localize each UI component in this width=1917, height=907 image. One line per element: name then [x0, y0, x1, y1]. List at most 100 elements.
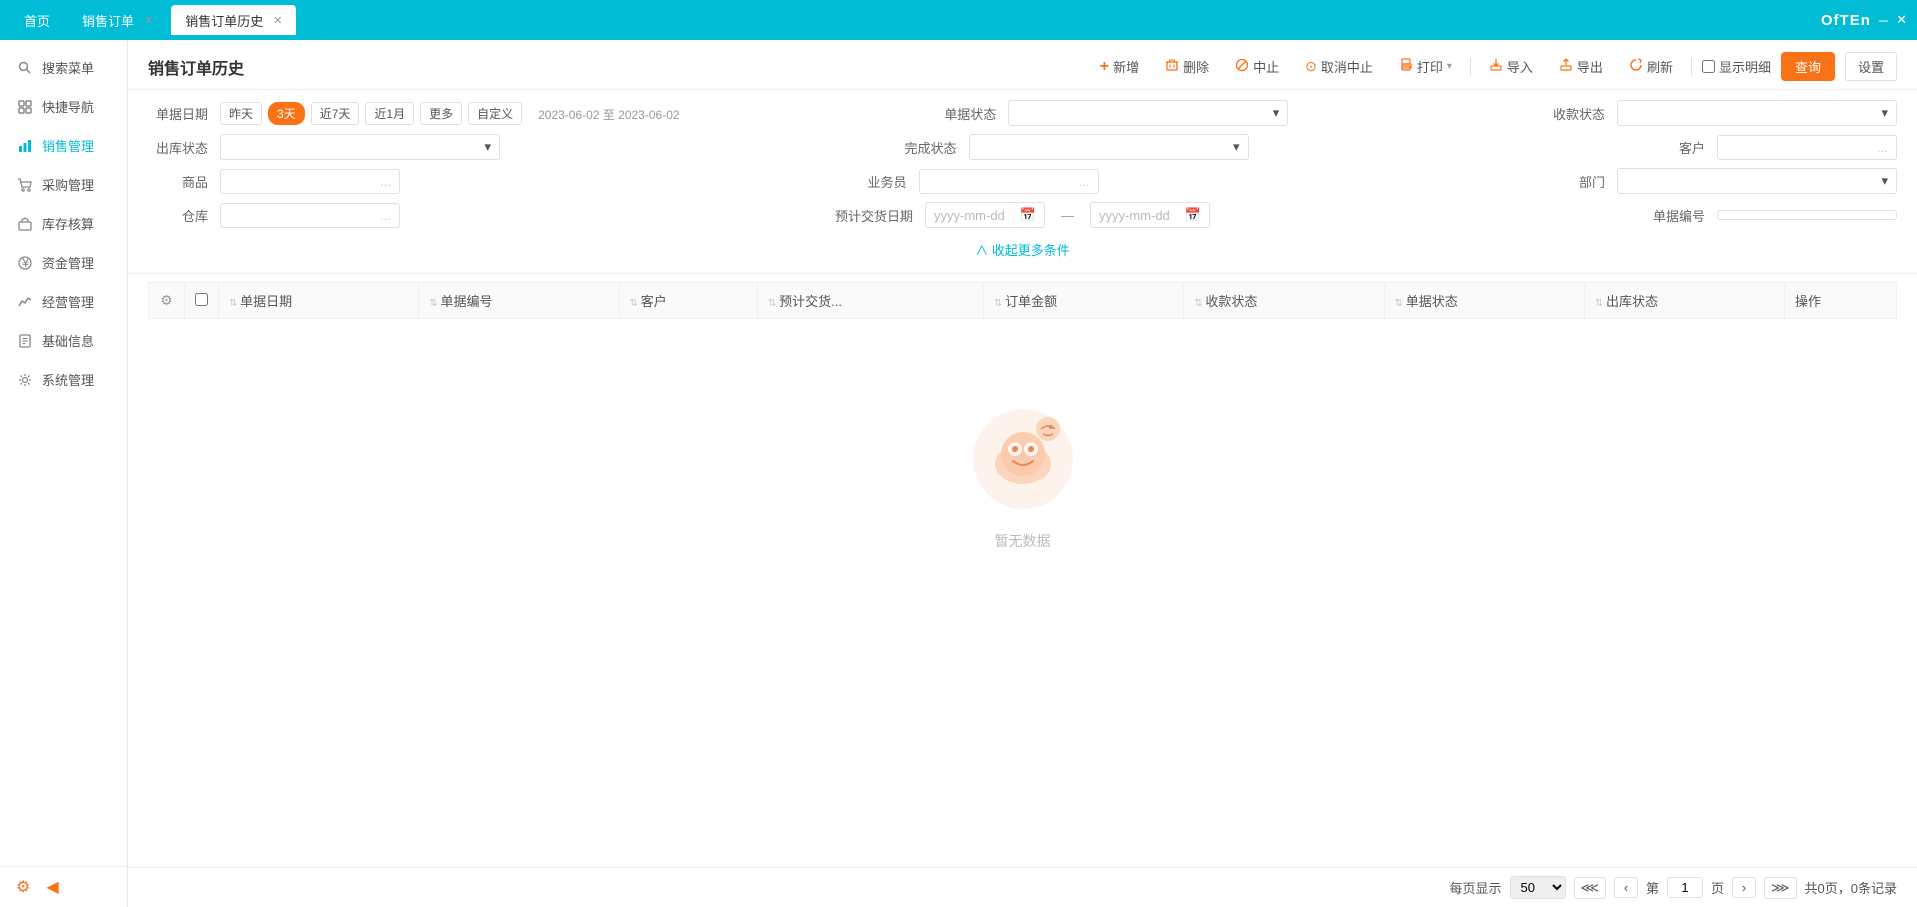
delivery-status-select[interactable]: ▾ [220, 134, 500, 160]
refresh-button[interactable]: 刷新 [1621, 53, 1681, 80]
warehouse-label: 仓库 [148, 206, 208, 225]
product-input[interactable]: ... [220, 169, 400, 194]
salesperson-input[interactable]: ... [919, 169, 1099, 194]
payment-status-select[interactable]: ▾ [1617, 100, 1897, 126]
sidebar-item-sales-mgmt[interactable]: 销售管理 [0, 126, 127, 165]
cancel-stop-button[interactable]: ⊙ 取消中止 [1297, 53, 1381, 80]
delivery-date-to-placeholder: yyyy-mm-dd [1099, 208, 1170, 223]
sidebar-item-basic-info[interactable]: 基础信息 [0, 321, 127, 360]
purchase-mgmt-icon [16, 176, 34, 194]
order-status-select[interactable]: ▾ [1008, 100, 1288, 126]
empty-icon [963, 399, 1083, 519]
print-dropdown-icon[interactable]: ▾ [1447, 61, 1452, 72]
customer-input[interactable]: ... [1717, 135, 1897, 160]
collapse-bar[interactable]: ∧ 收起更多条件 [148, 236, 1897, 263]
tab-sales-order-history-close[interactable]: ✕ [273, 14, 282, 27]
next-page-btn[interactable]: › [1732, 877, 1756, 898]
search-menu-icon [16, 59, 34, 77]
sidebar-item-purchase-mgmt[interactable]: 采购管理 [0, 165, 127, 204]
import-icon [1489, 58, 1503, 75]
sidebar-item-sales-mgmt-label: 销售管理 [42, 136, 94, 155]
tab-sales-order[interactable]: 销售订单 ✕ [68, 5, 167, 35]
complete-status-select[interactable]: ▾ [969, 134, 1249, 160]
sidebar-item-search-menu[interactable]: 搜索菜单 [0, 48, 127, 87]
calendar-from-icon[interactable]: 📅 [1020, 207, 1036, 223]
display-detail-check[interactable] [1702, 60, 1715, 73]
print-button[interactable]: 打印 ▾ [1391, 53, 1460, 80]
date-btn-yesterday[interactable]: 昨天 [220, 102, 262, 125]
display-detail-checkbox[interactable]: 显示明细 [1702, 57, 1771, 76]
department-dropdown-icon[interactable]: ▾ [1881, 173, 1888, 189]
department-select[interactable]: ▾ [1617, 168, 1897, 194]
salesperson-ellipsis-icon[interactable]: ... [1079, 174, 1090, 189]
customer-ellipsis-icon[interactable]: ... [1877, 140, 1888, 155]
settings-button[interactable]: 设置 [1845, 52, 1897, 81]
window-minimize[interactable]: ─ [1879, 13, 1888, 28]
stop-button[interactable]: 中止 [1227, 53, 1287, 80]
select-all-checkbox[interactable] [195, 293, 208, 306]
tab-sales-order-close[interactable]: ✕ [144, 14, 153, 27]
sidebar-item-sys-mgmt[interactable]: 系统管理 [0, 360, 127, 399]
sidebar-item-operations-label: 经营管理 [42, 292, 94, 311]
th-customer[interactable]: ⇅ 客户 [619, 283, 757, 319]
delivery-status-label: 出库状态 [148, 138, 208, 157]
inventory-icon [16, 215, 34, 233]
filter-row-1: 单据日期 昨天 3天 近7天 近1月 更多 自定义 2023-06-02 至 2… [148, 100, 1897, 126]
warehouse-input[interactable]: ... [220, 203, 400, 228]
prev-page-btn[interactable]: ‹ [1614, 877, 1638, 898]
date-btn-custom[interactable]: 自定义 [468, 102, 522, 125]
delete-label: 删除 [1183, 57, 1209, 76]
date-btn-more[interactable]: 更多 [420, 102, 462, 125]
delete-button[interactable]: 删除 [1157, 53, 1217, 80]
th-payment-status[interactable]: ⇅ 收款状态 [1184, 283, 1384, 319]
query-button[interactable]: 查询 [1781, 52, 1835, 81]
import-button[interactable]: 导入 [1481, 53, 1541, 80]
sidebar: 搜索菜单 快捷导航 销售管理 采购管理 库存核算 [0, 40, 128, 907]
th-expected-delivery[interactable]: ⇅ 预计交货... [757, 283, 983, 319]
page-input[interactable] [1667, 877, 1703, 898]
sidebar-item-quick-nav[interactable]: 快捷导航 [0, 87, 127, 126]
window-close[interactable]: ✕ [1896, 12, 1907, 28]
date-btn-1month[interactable]: 近1月 [365, 102, 414, 125]
sidebar-item-purchase-mgmt-label: 采购管理 [42, 175, 94, 194]
print-icon [1399, 58, 1413, 75]
new-button[interactable]: + 新增 [1092, 53, 1147, 80]
th-delivery-status[interactable]: ⇅ 出库状态 [1584, 283, 1784, 319]
sidebar-settings-icon[interactable]: ⚙ [16, 877, 30, 897]
date-btn-7days[interactable]: 近7天 [311, 102, 360, 125]
calendar-to-icon[interactable]: 📅 [1185, 207, 1201, 223]
delivery-date-from[interactable]: yyyy-mm-dd 📅 [925, 202, 1045, 228]
th-settings: ⚙ [149, 283, 185, 319]
sidebar-item-finance[interactable]: ¥ 资金管理 [0, 243, 127, 282]
last-page-btn[interactable]: ⋙ [1764, 877, 1797, 899]
export-button[interactable]: 导出 [1551, 53, 1611, 80]
new-icon: + [1100, 58, 1109, 76]
complete-status-dropdown-icon[interactable]: ▾ [1233, 139, 1240, 155]
th-order-no[interactable]: ⇅ 单据编号 [419, 283, 619, 319]
th-order-status[interactable]: ⇅ 单据状态 [1384, 283, 1584, 319]
table-settings-icon[interactable]: ⚙ [160, 292, 173, 308]
salesperson-label: 业务员 [847, 172, 907, 191]
warehouse-ellipsis-icon[interactable]: ... [380, 208, 391, 223]
th-date[interactable]: ⇅ 单据日期 [219, 283, 419, 319]
print-label: 打印 [1417, 57, 1443, 76]
delivery-date-to[interactable]: yyyy-mm-dd 📅 [1090, 202, 1210, 228]
first-page-btn[interactable]: ⋘ [1574, 877, 1607, 899]
tab-home[interactable]: 首页 [10, 5, 64, 35]
sidebar-item-inventory[interactable]: 库存核算 [0, 204, 127, 243]
page-size-select[interactable]: 20 50 100 [1510, 876, 1566, 899]
th-amount[interactable]: ⇅ 订单金额 [983, 283, 1183, 319]
delivery-date-from-placeholder: yyyy-mm-dd [934, 208, 1005, 223]
sidebar-collapse-icon[interactable]: ◀ [46, 877, 58, 897]
sidebar-item-operations[interactable]: 经营管理 [0, 282, 127, 321]
product-ellipsis-icon[interactable]: ... [380, 174, 391, 189]
page-label: 页 [1711, 878, 1724, 897]
tab-sales-order-history[interactable]: 销售订单历史 ✕ [171, 5, 296, 35]
th-customer-sort-icon: ⇅ [630, 298, 641, 309]
order-number-input[interactable] [1717, 210, 1897, 220]
payment-status-dropdown-icon[interactable]: ▾ [1881, 105, 1888, 121]
date-filter-label: 单据日期 [148, 104, 208, 123]
delivery-status-dropdown-icon[interactable]: ▾ [484, 139, 491, 155]
date-btn-3days[interactable]: 3天 [268, 102, 305, 125]
order-status-dropdown-icon[interactable]: ▾ [1273, 105, 1280, 121]
